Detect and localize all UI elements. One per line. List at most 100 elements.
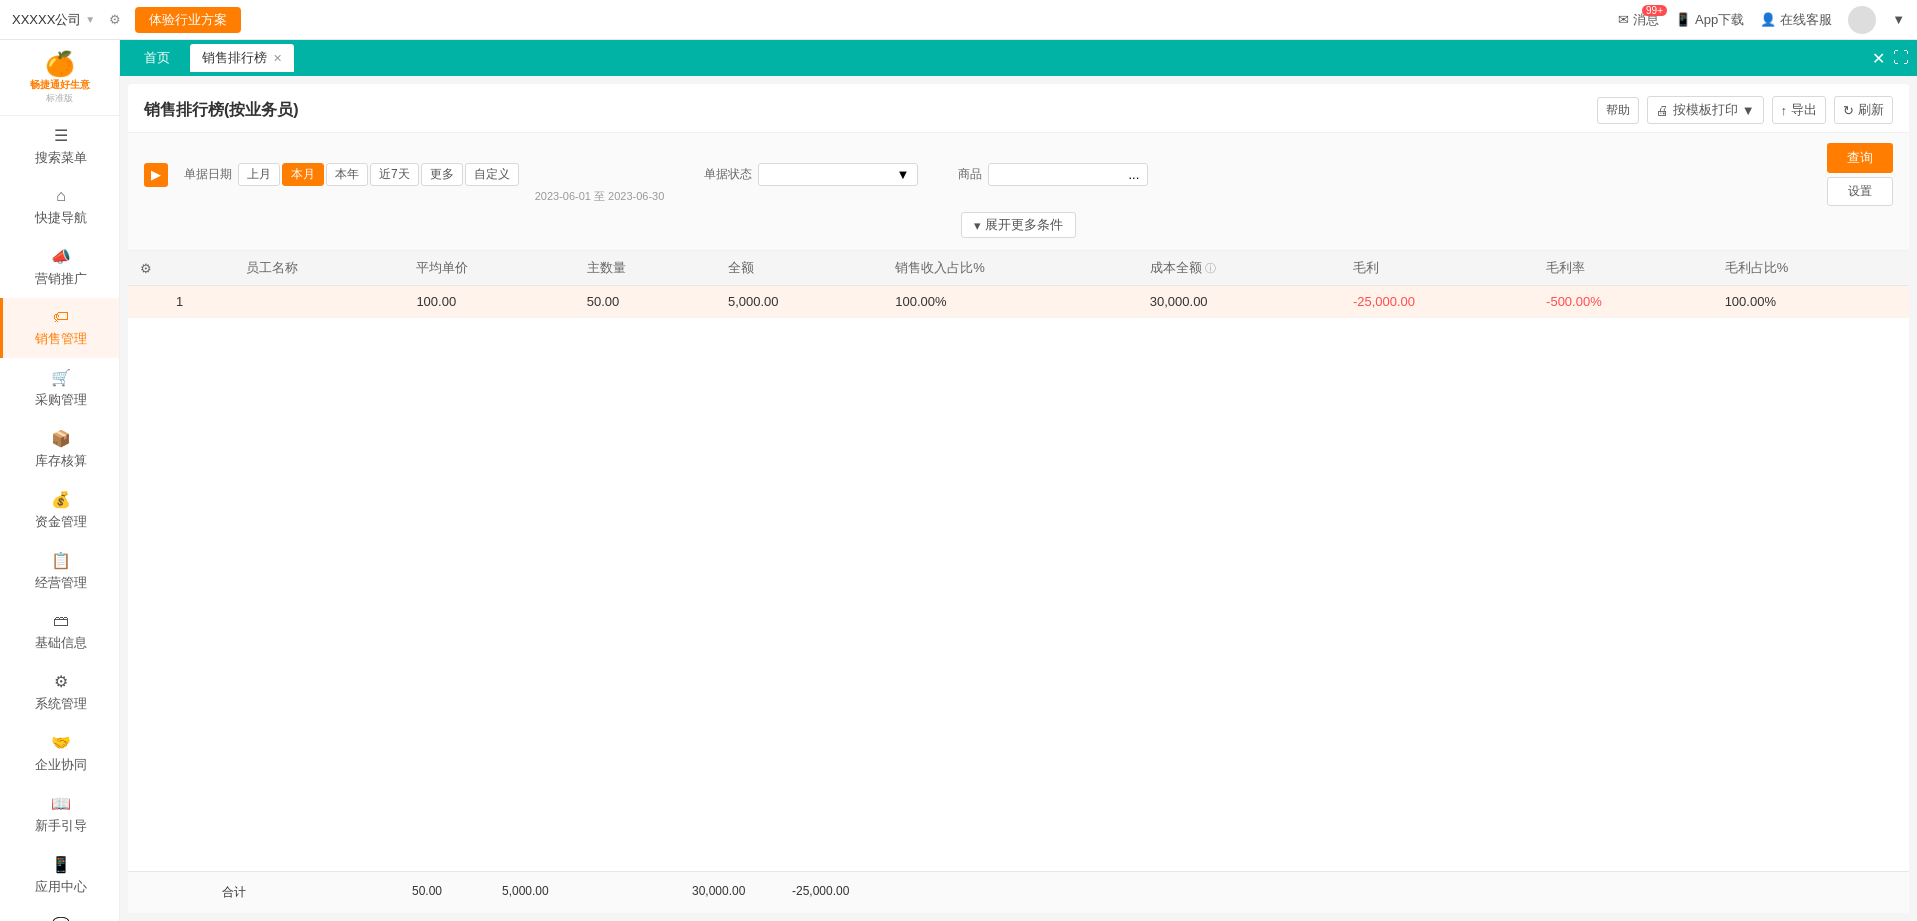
td-avg-price: 100.00 [404,286,574,318]
date-7-btn[interactable]: 近7天 [370,163,419,186]
home-icon: ⌂ [56,187,66,205]
td-qty: 50.00 [575,286,716,318]
expand-icon: ▾ [974,218,981,233]
th-gross-rate: 毛利率 [1534,251,1713,286]
print-label: 按模板打印 [1673,101,1738,119]
sidebar-label-finance: 资金管理 [35,513,87,531]
export-button[interactable]: ↑ 导出 [1772,96,1827,124]
query-button[interactable]: 查询 [1827,143,1893,173]
sidebar-item-sales[interactable]: 🏷 销售管理 [0,298,119,358]
column-settings-icon[interactable]: ⚙ [140,261,152,276]
message-button[interactable]: ✉ 消息 99+ [1618,11,1659,29]
tab-bar: 首页 销售排行榜 ✕ ✕ ⛶ [120,40,1917,76]
top-right-actions: ✉ 消息 99+ 📱 App下载 👤 在线客服 ▼ [1618,6,1905,34]
status-select[interactable]: ▼ [758,163,918,186]
sidebar-item-operation[interactable]: 📋 经营管理 [0,541,119,602]
tab-maximize-icon[interactable]: ⛶ [1893,49,1909,68]
sidebar-label-search: 搜索菜单 [35,149,87,167]
cost-info-icon[interactable]: ⓘ [1205,262,1216,274]
refresh-button[interactable]: ↻ 刷新 [1834,96,1893,124]
date-prev-btn[interactable]: 上月 [238,163,280,186]
footer-cost: 30,000.00 [680,880,780,905]
footer-total-label: 合计 [210,880,310,905]
th-amount: 全额 [716,251,883,286]
filter-area: ▶ 单据日期 上月 本月 本年 近7天 更多 自定义 2023-06 [128,133,1909,251]
sidebar-item-marketing[interactable]: 📣 营销推广 [0,237,119,298]
th-qty: 主数量 [575,251,716,286]
user-name[interactable]: ▼ [1892,12,1905,27]
td-sales-pct: 100.00% [883,286,1138,318]
app-download-button[interactable]: 📱 App下载 [1675,11,1744,29]
expand-more-btn[interactable]: ▾ 展开更多条件 [961,212,1076,238]
refresh-label: 刷新 [1858,101,1884,119]
sidebar-item-inventory[interactable]: 📦 库存核算 [0,419,119,480]
wechat-icon: 💬 [51,916,71,921]
sidebar-label-marketing: 营销推广 [35,270,87,288]
message-badge: 99+ [1642,5,1667,16]
filter-date: 单据日期 上月 本月 本年 近7天 更多 自定义 [184,163,519,186]
header-row: ⚙ 员工名称 平均单价 主数量 全额 销售收入占比% 成本全额 ⓘ [128,251,1909,286]
filter-toggle-btn[interactable]: ▶ [144,163,168,187]
mobile-icon: 📱 [1675,12,1691,27]
td-employee [234,286,404,318]
tab-minimize-icon[interactable]: ✕ [1872,49,1885,68]
collab-icon: 🤝 [51,733,71,752]
sidebar-item-wechat[interactable]: 💬 企业微信 [0,906,119,921]
sidebar-item-apps[interactable]: 📱 应用中心 [0,845,119,906]
sidebar-label-inventory: 库存核算 [35,452,87,470]
page-content: 销售排行榜(按业务员) 帮助 🖨 按模板打印 ▼ ↑ 导出 ↻ 刷新 [128,84,1909,913]
sidebar-label-basic: 基础信息 [35,634,87,652]
online-service-button[interactable]: 👤 在线客服 [1760,11,1832,29]
date-year-btn[interactable]: 本年 [326,163,368,186]
status-chevron-icon: ▼ [896,167,909,182]
sidebar-item-shortcut[interactable]: ⌂ 快捷导航 [0,177,119,237]
expand-label: 展开更多条件 [985,216,1063,234]
date-more-btn[interactable]: 更多 [421,163,463,186]
tab-home[interactable]: 首页 [128,40,186,76]
goods-select[interactable]: ... [988,163,1148,186]
settings-button[interactable]: 设置 [1827,177,1893,206]
footer-rank-col [170,880,210,905]
company-selector[interactable]: XXXXX公司 ▼ [12,11,95,29]
tab-sales-ranking[interactable]: 销售排行榜 ✕ [190,44,294,72]
system-icon: ⚙ [54,672,68,691]
sidebar-item-guide[interactable]: 📖 新手引导 [0,784,119,845]
tab-close-icon[interactable]: ✕ [273,52,282,65]
logo-sub: 标准版 [46,92,73,105]
td-settings [128,286,164,318]
footer-qty: 50.00 [400,880,490,905]
date-custom-btn[interactable]: 自定义 [465,163,519,186]
sidebar-item-purchase[interactable]: 🛒 采购管理 [0,358,119,419]
table-row[interactable]: 1100.0050.005,000.00100.00%30,000.00-25,… [128,286,1909,318]
print-icon: 🖨 [1656,103,1669,118]
sidebar-label-shortcut: 快捷导航 [35,209,87,227]
sidebar-item-basic[interactable]: 🗃 基础信息 [0,602,119,662]
footer-amount: 5,000.00 [490,880,580,905]
help-button[interactable]: 帮助 [1597,97,1639,124]
table-body: 1100.0050.005,000.00100.00%30,000.00-25,… [128,286,1909,318]
avatar[interactable] [1848,6,1876,34]
filter-row-main: ▶ 单据日期 上月 本月 本年 近7天 更多 自定义 2023-06 [144,143,1893,206]
sidebar-label-system: 系统管理 [35,695,87,713]
print-button[interactable]: 🖨 按模板打印 ▼ [1647,96,1764,124]
sidebar: 🍊 畅捷通好生意 标准版 ☰ 搜索菜单 ⌂ 快捷导航 📣 营销推广 🏷 销售管理… [0,40,120,921]
sidebar-item-collab[interactable]: 🤝 企业协同 [0,723,119,784]
trial-button[interactable]: 体验行业方案 [135,7,241,33]
td-cost: 30,000.00 [1138,286,1341,318]
sidebar-label-apps: 应用中心 [35,878,87,896]
date-cur-btn[interactable]: 本月 [282,163,324,186]
settings-icon[interactable]: ⚙ [103,8,127,32]
th-settings[interactable]: ⚙ [128,251,164,286]
content-area: 首页 销售排行榜 ✕ ✕ ⛶ 销售排行榜(按业务员) 帮助 🖨 按模板打印 [120,40,1917,921]
th-rank [164,251,234,286]
sidebar-item-finance[interactable]: 💰 资金管理 [0,480,119,541]
table-area: ⚙ 员工名称 平均单价 主数量 全额 销售收入占比% 成本全额 ⓘ [128,251,1909,871]
sidebar-item-system[interactable]: ⚙ 系统管理 [0,662,119,723]
filter-goods: 商品 ... [958,163,1148,186]
th-sales-pct: 销售收入占比% [883,251,1138,286]
top-bar: XXXXX公司 ▼ ⚙ 体验行业方案 ✉ 消息 99+ 📱 App下载 👤 在线… [0,0,1917,40]
footer-settings-col [140,880,170,905]
sidebar-item-search[interactable]: ☰ 搜索菜单 [0,116,119,177]
logo-name: 畅捷通好生意 [30,78,90,92]
footer-gross: -25,000.00 [780,880,880,905]
